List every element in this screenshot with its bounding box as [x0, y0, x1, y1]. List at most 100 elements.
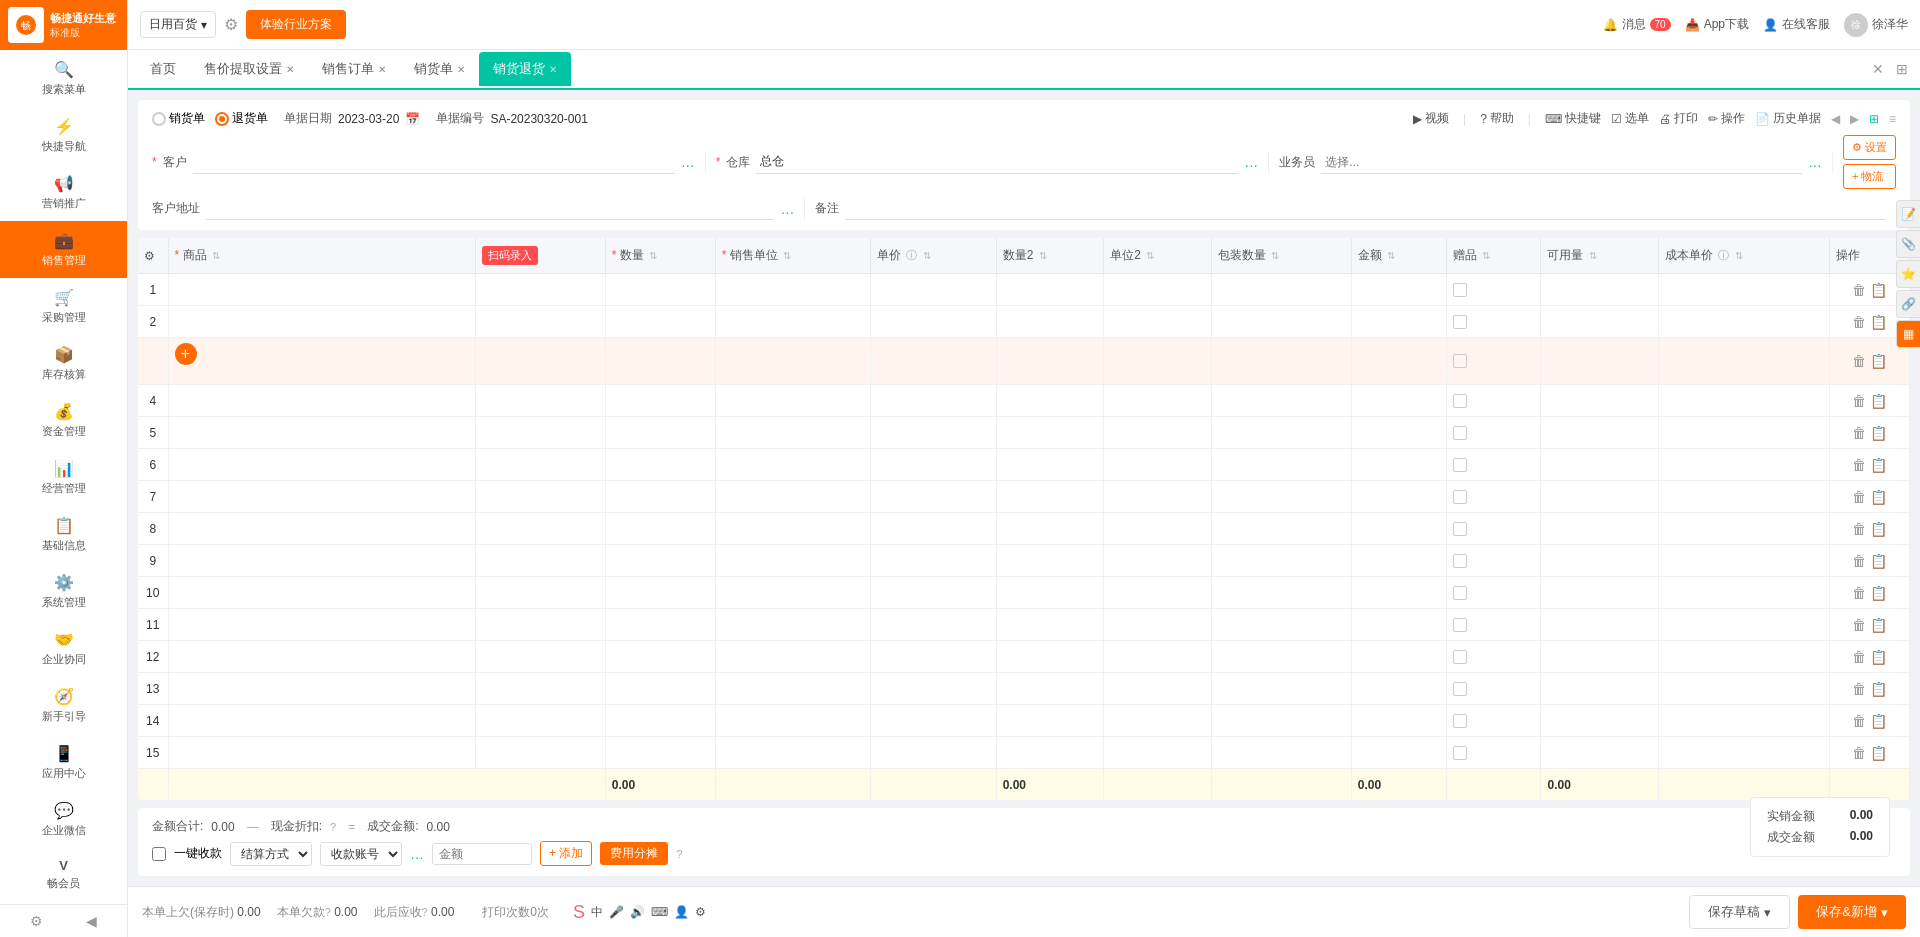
salesperson-picker-icon[interactable]: … [1808, 154, 1822, 170]
account-picker-icon[interactable]: … [410, 846, 424, 862]
save-draft-button[interactable]: 保存草稿 ▾ [1689, 895, 1790, 929]
qty2-cell-4[interactable] [996, 385, 1103, 417]
unit-cell-11[interactable] [715, 609, 870, 641]
pkg-cell-5[interactable] [1211, 417, 1351, 449]
pkg-cell-8[interactable] [1211, 513, 1351, 545]
sidebar-item-basic-info[interactable]: 📋基础信息 [0, 506, 127, 563]
pkg-cell-1[interactable] [1211, 274, 1351, 306]
gift-cell-15[interactable] [1446, 737, 1541, 769]
qty-cell-9[interactable] [605, 545, 715, 577]
one-key-collect-checkbox[interactable] [152, 847, 166, 861]
avail-cell-1[interactable] [1541, 274, 1659, 306]
pkg-cell-10[interactable] [1211, 577, 1351, 609]
avail-cell-15[interactable] [1541, 737, 1659, 769]
product-cell-6[interactable] [168, 449, 475, 481]
unit-cell-13[interactable] [715, 673, 870, 705]
customer-picker-icon[interactable]: … [681, 154, 695, 170]
price-cell-4[interactable] [870, 385, 996, 417]
avail-cell-7[interactable] [1541, 481, 1659, 513]
qty-cell-11[interactable] [605, 609, 715, 641]
sidebar-item-inventory[interactable]: 📦库存核算 [0, 335, 127, 392]
keyboard-icon2[interactable]: ⌨ [651, 905, 668, 919]
cost-cell-13[interactable] [1658, 673, 1829, 705]
price-cell-7[interactable] [870, 481, 996, 513]
sort-amount-icon[interactable]: ⇅ [1387, 250, 1395, 261]
gift-cell-4[interactable] [1446, 385, 1541, 417]
qty2-cell-1[interactable] [996, 274, 1103, 306]
select-btn[interactable]: ☑选单 [1611, 110, 1649, 127]
gift-checkbox-12[interactable] [1453, 650, 1467, 664]
gift-checkbox-7[interactable] [1453, 490, 1467, 504]
copy-row-icon-14[interactable]: 📋 [1870, 713, 1887, 729]
gift-cell-3[interactable] [1446, 338, 1541, 385]
price-cell-8[interactable] [870, 513, 996, 545]
qty2-cell-13[interactable] [996, 673, 1103, 705]
sort-unit-icon[interactable]: ⇅ [783, 250, 791, 261]
price-cell-3[interactable] [870, 338, 996, 385]
unit-cell-14[interactable] [715, 705, 870, 737]
grid-view-icon[interactable]: ⊞ [1869, 112, 1879, 126]
qty2-cell-9[interactable] [996, 545, 1103, 577]
product-cell-8[interactable] [168, 513, 475, 545]
shortcut-btn[interactable]: ⌨快捷键 [1545, 110, 1601, 127]
radio-sales[interactable]: 销货单 [152, 110, 205, 127]
unit-price-info-icon[interactable]: ⓘ [906, 249, 917, 261]
delete-row-icon-4[interactable]: 🗑 [1852, 393, 1866, 409]
cost-cell-9[interactable] [1658, 545, 1829, 577]
gift-cell-9[interactable] [1446, 545, 1541, 577]
qty-cell-14[interactable] [605, 705, 715, 737]
pkg-cell-14[interactable] [1211, 705, 1351, 737]
topbar-gear-icon[interactable]: ⚙ [224, 15, 238, 34]
delete-row-icon-14[interactable]: 🗑 [1852, 713, 1866, 729]
gift-cell-8[interactable] [1446, 513, 1541, 545]
cost-cell-12[interactable] [1658, 641, 1829, 673]
sort-pkg-icon[interactable]: ⇅ [1271, 250, 1279, 261]
amount-cell-8[interactable] [1351, 513, 1446, 545]
delete-row-icon-8[interactable]: 🗑 [1852, 521, 1866, 537]
product-cell-15[interactable] [168, 737, 475, 769]
print-btn[interactable]: 🖨打印 [1659, 110, 1698, 127]
sidebar-item-guide[interactable]: 🧭新手引导 [0, 677, 127, 734]
amount-cell-7[interactable] [1351, 481, 1446, 513]
qty2-cell-14[interactable] [996, 705, 1103, 737]
product-cell-9[interactable] [168, 545, 475, 577]
qty-cell-12[interactable] [605, 641, 715, 673]
tab-layout-icon[interactable]: ⊞ [1892, 59, 1912, 79]
sort-qty2-icon[interactable]: ⇅ [1039, 250, 1047, 261]
tab-sales-return[interactable]: 销货退货✕ [479, 52, 571, 86]
history-btn[interactable]: 📄历史单据 [1755, 110, 1821, 127]
avail-cell-6[interactable] [1541, 449, 1659, 481]
unit-cell-4[interactable] [715, 385, 870, 417]
pkg-cell-9[interactable] [1211, 545, 1351, 577]
qty2-cell-5[interactable] [996, 417, 1103, 449]
amount-input[interactable] [432, 843, 532, 865]
copy-row-icon-4[interactable]: 📋 [1870, 393, 1887, 409]
next-record-icon[interactable]: ▶ [1850, 112, 1859, 126]
gift-checkbox-6[interactable] [1453, 458, 1467, 472]
sidebar-item-system[interactable]: ⚙️系统管理 [0, 563, 127, 620]
tab-home[interactable]: 首页 [136, 52, 190, 86]
copy-row-icon-11[interactable]: 📋 [1870, 617, 1887, 633]
operation-btn[interactable]: ✏操作 [1708, 110, 1745, 127]
pkg-cell-3[interactable] [1211, 338, 1351, 385]
sort-cost-icon[interactable]: ⇅ [1735, 250, 1743, 261]
right-panel-attachment-btn[interactable]: 📎 [1896, 230, 1920, 258]
tab-close-sales-delivery[interactable]: ✕ [457, 64, 465, 75]
sort-unit2-icon[interactable]: ⇅ [1146, 250, 1154, 261]
cost-cell-3[interactable] [1658, 338, 1829, 385]
unit-cell-5[interactable] [715, 417, 870, 449]
cost-cell-1[interactable] [1658, 274, 1829, 306]
amount-cell-9[interactable] [1351, 545, 1446, 577]
copy-row-icon-1[interactable]: 📋 [1870, 282, 1887, 298]
customer-addr-input[interactable] [206, 197, 774, 220]
pkg-cell-12[interactable] [1211, 641, 1351, 673]
copy-row-icon-12[interactable]: 📋 [1870, 649, 1887, 665]
account-select[interactable]: 收款账号 [320, 842, 402, 866]
qty2-cell-2[interactable] [996, 306, 1103, 338]
unit2-cell-2[interactable] [1104, 306, 1211, 338]
qty2-cell-6[interactable] [996, 449, 1103, 481]
qty2-cell-12[interactable] [996, 641, 1103, 673]
unit2-cell-1[interactable] [1104, 274, 1211, 306]
product-cell-13[interactable] [168, 673, 475, 705]
unit2-cell-15[interactable] [1104, 737, 1211, 769]
